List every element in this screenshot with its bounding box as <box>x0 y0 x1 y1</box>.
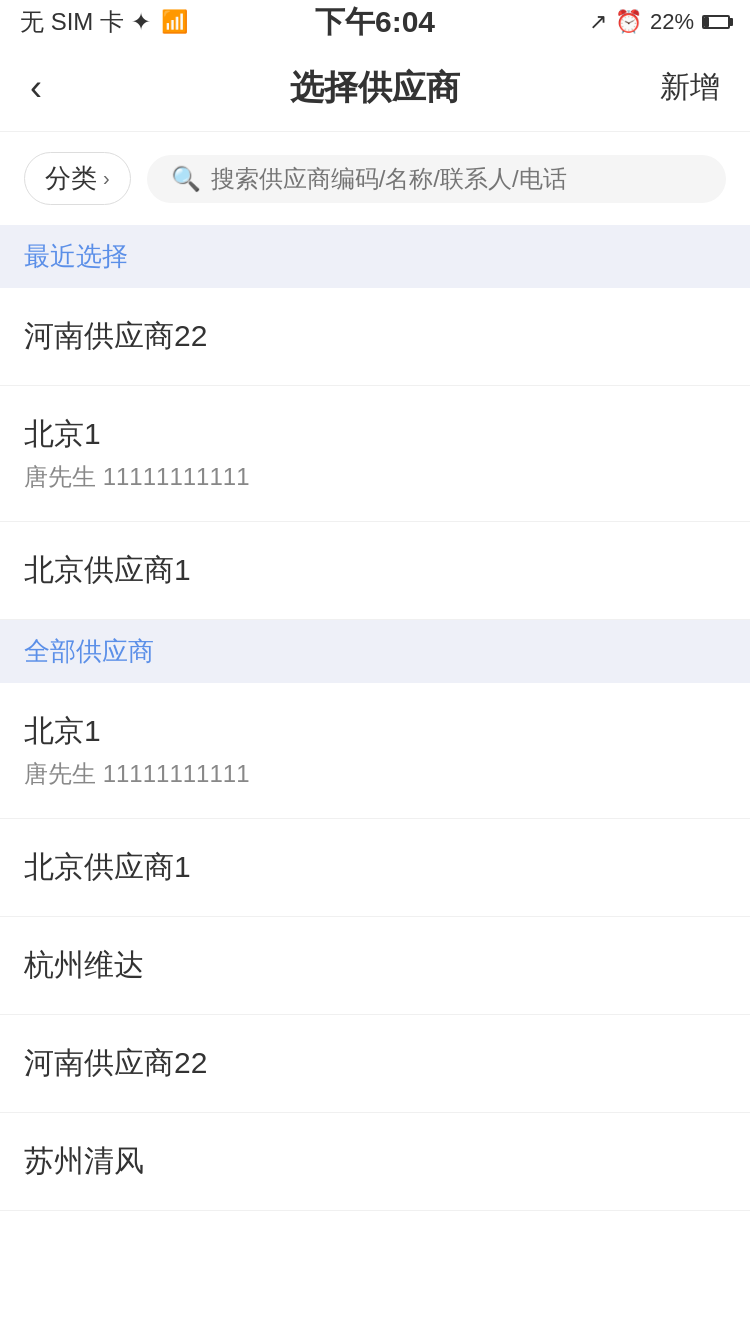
search-input[interactable] <box>211 165 702 193</box>
battery-label: 22% <box>650 9 694 35</box>
item-name: 河南供应商22 <box>24 316 726 357</box>
all-section-header: 全部供应商 <box>0 620 750 683</box>
search-icon: 🔍 <box>171 165 201 193</box>
item-name: 北京供应商1 <box>24 847 726 888</box>
alarm-icon: ⏰ <box>615 9 642 35</box>
chevron-right-icon: › <box>103 167 110 190</box>
status-bar: 无 SIM 卡 ✦ 📶 下午6:04 ↗ ⏰ 22% <box>0 0 750 44</box>
item-name: 北京1 <box>24 414 726 455</box>
item-sub: 唐先生 11111111111 <box>24 461 726 493</box>
item-name: 河南供应商22 <box>24 1043 726 1084</box>
battery-icon <box>702 15 730 29</box>
item-name: 杭州维达 <box>24 945 726 986</box>
recent-list-item[interactable]: 北京供应商1 <box>0 522 750 620</box>
item-name: 苏州清风 <box>24 1141 726 1182</box>
filter-bar: 分类 › 🔍 <box>0 132 750 225</box>
recent-list: 河南供应商22 北京1 唐先生 11111111111 北京供应商1 <box>0 288 750 620</box>
wifi-icon: 📶 <box>161 9 188 35</box>
all-list-item[interactable]: 北京供应商1 <box>0 819 750 917</box>
all-section-label: 全部供应商 <box>24 636 154 666</box>
all-list-item[interactable]: 河南供应商22 <box>0 1015 750 1113</box>
location-icon: ↗ <box>589 9 607 35</box>
nav-bar: ‹ 选择供应商 新增 <box>0 44 750 132</box>
category-label: 分类 <box>45 161 97 196</box>
category-filter-button[interactable]: 分类 › <box>24 152 131 205</box>
all-list: 北京1 唐先生 11111111111 北京供应商1 杭州维达河南供应商22 苏州清风 <box>0 683 750 1211</box>
page-title: 选择供应商 <box>110 65 640 111</box>
item-name: 北京供应商1 <box>24 550 726 591</box>
recent-list-item[interactable]: 北京1 唐先生 11111111111 <box>0 386 750 522</box>
all-list-item[interactable]: 杭州维达 <box>0 917 750 1015</box>
all-list-item[interactable]: 苏州清风 <box>0 1113 750 1211</box>
status-time: 下午6:04 <box>315 2 435 43</box>
recent-section-header: 最近选择 <box>0 225 750 288</box>
status-right: ↗ ⏰ 22% <box>589 9 730 35</box>
back-button[interactable]: ‹ <box>30 67 110 109</box>
sim-label: 无 SIM 卡 ✦ <box>20 6 151 38</box>
recent-list-item[interactable]: 河南供应商22 <box>0 288 750 386</box>
all-list-item[interactable]: 北京1 唐先生 11111111111 <box>0 683 750 819</box>
search-box: 🔍 <box>147 155 726 203</box>
recent-section-label: 最近选择 <box>24 241 128 271</box>
add-button[interactable]: 新增 <box>640 67 720 108</box>
item-name: 北京1 <box>24 711 726 752</box>
item-sub: 唐先生 11111111111 <box>24 758 726 790</box>
status-left: 无 SIM 卡 ✦ 📶 <box>20 6 188 38</box>
